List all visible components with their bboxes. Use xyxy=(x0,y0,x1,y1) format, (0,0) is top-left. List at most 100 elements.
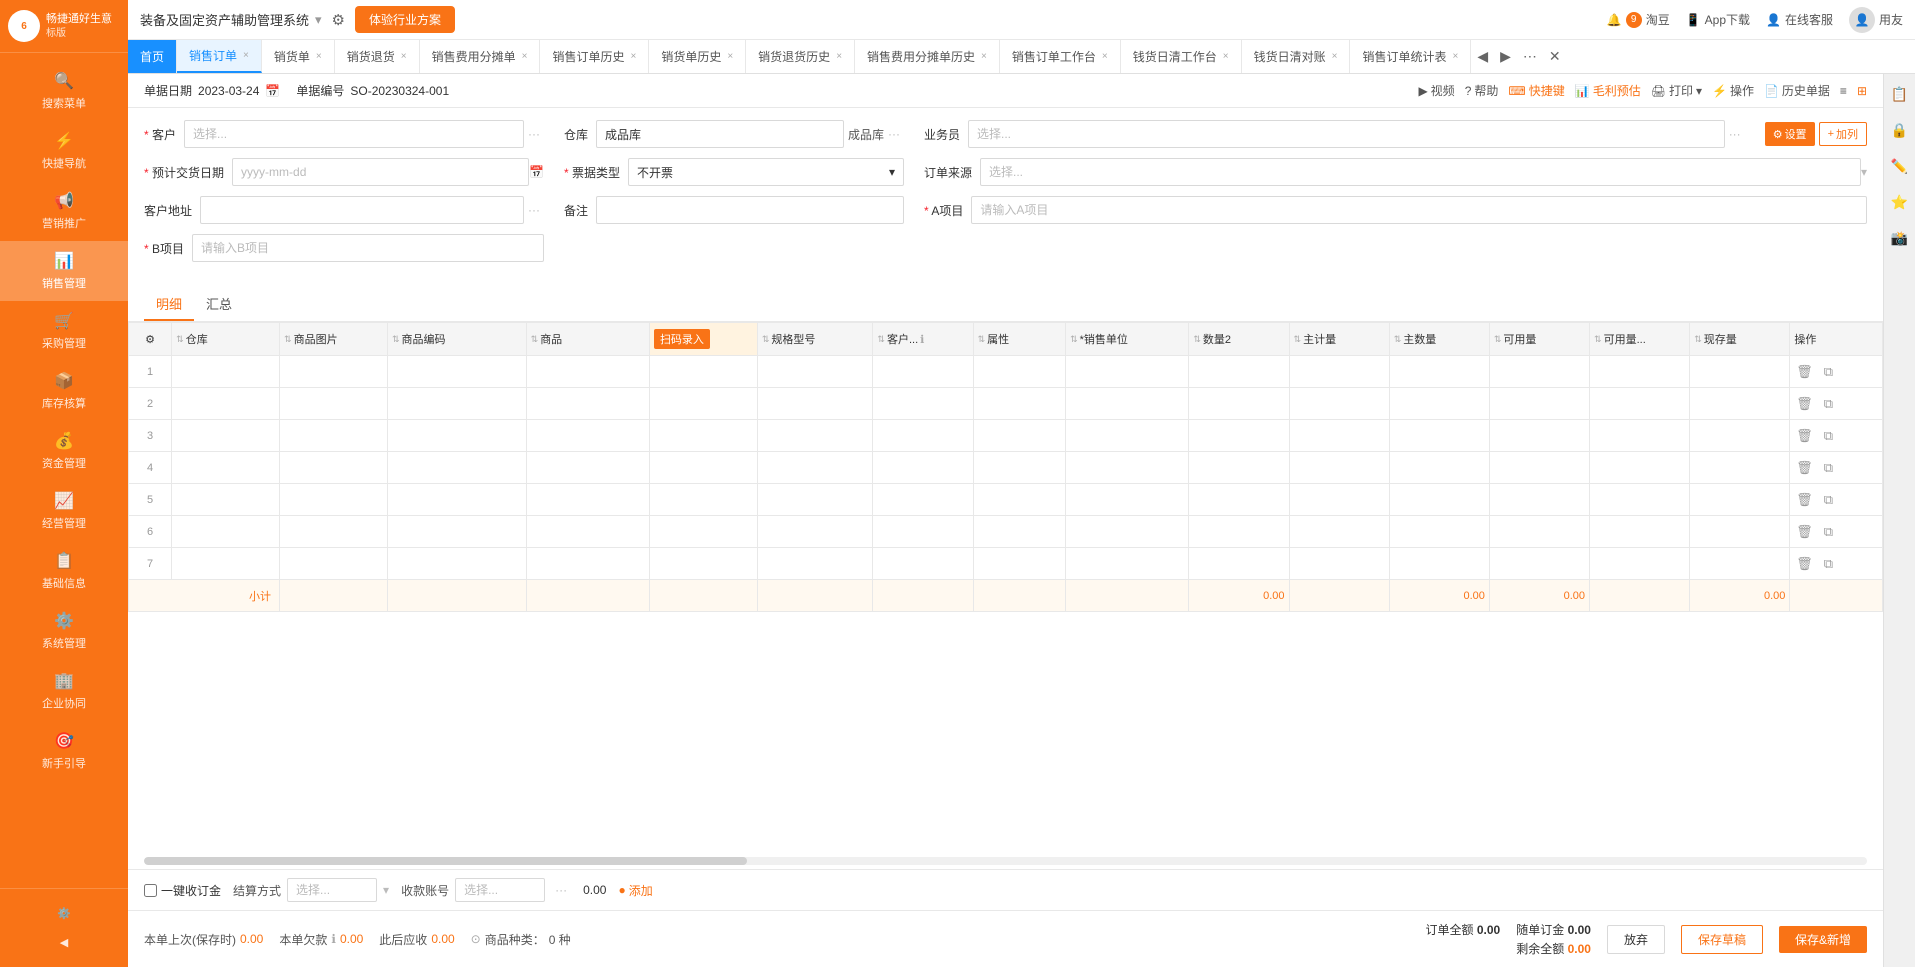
row-delete-icon[interactable]: 🗑 xyxy=(1794,490,1814,510)
history-action[interactable]: 📄 历史单据 xyxy=(1764,82,1830,99)
remarks-input[interactable] xyxy=(596,196,904,224)
sidebar-item-enterprise[interactable]: 🏢 企业协同 xyxy=(0,661,128,721)
sidebar-item-search[interactable]: 🔍 搜索菜单 xyxy=(0,61,128,121)
save-draft-btn[interactable]: 保存草稿 xyxy=(1681,925,1763,954)
add-column-btn[interactable]: + 加列 xyxy=(1819,122,1867,146)
tab-close-icon[interactable]: × xyxy=(1223,51,1229,62)
sidebar-collapse-btn[interactable]: ◀ xyxy=(0,928,128,957)
tab-sales-order-workbench[interactable]: 销售订单工作台 × xyxy=(1000,40,1121,73)
right-panel-icon-4[interactable]: ⭐ xyxy=(1888,190,1912,214)
tab-close-icon[interactable]: × xyxy=(401,51,407,62)
solution-btn[interactable]: 体验行业方案 xyxy=(355,6,455,33)
sidebar-item-quick-nav[interactable]: ⚡ 快捷导航 xyxy=(0,121,128,181)
row-delete-icon[interactable]: 🗑 xyxy=(1794,394,1814,414)
tab-close-icon[interactable]: × xyxy=(522,51,528,62)
sidebar-item-capital[interactable]: 💰 资金管理 xyxy=(0,421,128,481)
tab-cash-reconcile[interactable]: 钱货日清对账 × xyxy=(1242,40,1351,73)
right-panel-icon-3[interactable]: ✏️ xyxy=(1888,154,1912,178)
sidebar-settings-btn[interactable]: ⚙️ xyxy=(0,899,128,928)
row-delete-icon[interactable]: 🗑 xyxy=(1794,458,1814,478)
profit-action[interactable]: 📊 毛利预估 xyxy=(1575,82,1641,99)
table-settings-icon[interactable]: ⚙ xyxy=(145,334,155,346)
tab-sales-order-history[interactable]: 销售订单历史 × xyxy=(540,40,649,73)
tab-prev-btn[interactable]: ◀ xyxy=(1471,40,1494,73)
tab-next-btn[interactable]: ▶ xyxy=(1494,40,1517,73)
tab-sales-expense-history[interactable]: 销售费用分摊单历史 × xyxy=(855,40,1000,73)
tab-close-icon[interactable]: × xyxy=(1102,51,1108,62)
tab-sales-refund-history[interactable]: 销货退货历史 × xyxy=(746,40,855,73)
receipt-account-input[interactable] xyxy=(455,878,545,902)
operation-action[interactable]: ⚡ 操作 xyxy=(1712,82,1754,99)
row-copy-icon[interactable]: ⧉ xyxy=(1818,426,1838,446)
grid-view-btn[interactable]: ⊞ xyxy=(1857,84,1867,98)
list-view-btn[interactable]: ≡ xyxy=(1840,84,1847,98)
tab-sales-summary[interactable]: 销售订单统计表 × xyxy=(1350,40,1471,73)
tab-close-icon[interactable]: × xyxy=(981,51,987,62)
sidebar-item-inventory[interactable]: 📦 库存核算 xyxy=(0,361,128,421)
customer-more-icon[interactable]: ··· xyxy=(524,127,544,141)
customer-address-input[interactable] xyxy=(200,196,524,224)
payment-method-input[interactable] xyxy=(287,878,377,902)
shortcut-action[interactable]: ⌨ 快捷键 xyxy=(1508,82,1564,99)
print-action[interactable]: 🖨 打印 ▾ xyxy=(1651,82,1702,99)
a-project-input[interactable] xyxy=(971,196,1867,224)
one-click-checkout-input[interactable] xyxy=(144,884,157,897)
online-service-btn[interactable]: 👤 在线客服 xyxy=(1766,11,1833,28)
delivery-calendar-icon[interactable]: 📅 xyxy=(529,165,544,179)
help-action[interactable]: ? 帮助 xyxy=(1465,82,1499,99)
tab-sales-return[interactable]: 销货单 × xyxy=(262,40,335,73)
topbar-settings-icon[interactable]: ⚙ xyxy=(332,11,345,29)
sidebar-item-purchase[interactable]: 🛒 采购管理 xyxy=(0,301,128,361)
salesperson-more-icon[interactable]: ··· xyxy=(1725,127,1745,141)
sidebar-item-marketing[interactable]: 📢 营销推广 xyxy=(0,181,128,241)
salesperson-input[interactable] xyxy=(968,120,1725,148)
order-source-input[interactable] xyxy=(980,158,1861,186)
sidebar-item-basic-info[interactable]: 📋 基础信息 xyxy=(0,541,128,601)
sidebar-item-operations[interactable]: 📈 经营管理 xyxy=(0,481,128,541)
tab-sales-refund[interactable]: 销货退货 × xyxy=(335,40,420,73)
discard-btn[interactable]: 放弃 xyxy=(1607,925,1665,954)
tab-close-icon[interactable]: × xyxy=(316,51,322,62)
sidebar-item-system[interactable]: ⚙️ 系统管理 xyxy=(0,601,128,661)
tab-sales-return-history[interactable]: 销货单历史 × xyxy=(649,40,746,73)
b-project-input[interactable] xyxy=(192,234,544,262)
warehouse-more-icon[interactable]: ··· xyxy=(884,127,904,141)
row-copy-icon[interactable]: ⧉ xyxy=(1818,394,1838,414)
row-copy-icon[interactable]: ⧉ xyxy=(1818,490,1838,510)
ticket-type-select[interactable]: 不开票 ▾ xyxy=(628,158,904,186)
tab-more-btn[interactable]: ⋯ xyxy=(1517,40,1543,73)
row-copy-icon[interactable]: ⧉ xyxy=(1818,458,1838,478)
tab-detail[interactable]: 明细 xyxy=(144,288,194,321)
row-delete-icon[interactable]: 🗑 xyxy=(1794,426,1814,446)
tab-sales-expense-split[interactable]: 销售费用分摊单 × xyxy=(420,40,541,73)
save-new-btn[interactable]: 保存&新增 xyxy=(1779,926,1867,953)
tab-sales-order[interactable]: 销售订单 × xyxy=(177,40,262,73)
customer-input[interactable] xyxy=(184,120,524,148)
tab-close-all-btn[interactable]: ✕ xyxy=(1543,40,1567,73)
sidebar-item-sales[interactable]: 📊 销售管理 xyxy=(0,241,128,301)
tab-close-icon[interactable]: × xyxy=(1452,51,1458,62)
notification-btn[interactable]: 🔔 9 淘豆 xyxy=(1607,11,1670,28)
view-action[interactable]: ▶ 视频 xyxy=(1418,82,1454,99)
scan-btn[interactable]: 扫码录入 xyxy=(654,329,710,349)
tab-close-icon[interactable]: × xyxy=(727,51,733,62)
tab-close-icon[interactable]: × xyxy=(243,50,249,61)
row-copy-icon[interactable]: ⧉ xyxy=(1818,554,1838,574)
tab-close-icon[interactable]: × xyxy=(1332,51,1338,62)
receipt-more-icon[interactable]: ··· xyxy=(551,883,571,897)
right-panel-icon-2[interactable]: 🔒 xyxy=(1888,118,1912,142)
tab-summary[interactable]: 汇总 xyxy=(194,288,244,321)
add-payment-btn[interactable]: ● 添加 xyxy=(618,882,652,899)
delivery-date-input[interactable] xyxy=(232,158,529,186)
right-panel-icon-5[interactable]: 📸 xyxy=(1888,226,1912,250)
one-click-checkout-checkbox[interactable]: 一键收订金 xyxy=(144,882,221,899)
address-more-icon[interactable]: ··· xyxy=(524,203,544,217)
row-delete-icon[interactable]: 🗑 xyxy=(1794,522,1814,542)
horizontal-scrollbar[interactable] xyxy=(144,857,1867,865)
row-copy-icon[interactable]: ⧉ xyxy=(1818,362,1838,382)
tab-cash-daily[interactable]: 钱货日清工作台 × xyxy=(1121,40,1242,73)
settings-btn[interactable]: ⚙ 设置 xyxy=(1765,122,1815,146)
tab-close-icon[interactable]: × xyxy=(630,51,636,62)
right-panel-icon-1[interactable]: 📋 xyxy=(1888,82,1912,106)
calendar-icon[interactable]: 📅 xyxy=(265,84,280,98)
